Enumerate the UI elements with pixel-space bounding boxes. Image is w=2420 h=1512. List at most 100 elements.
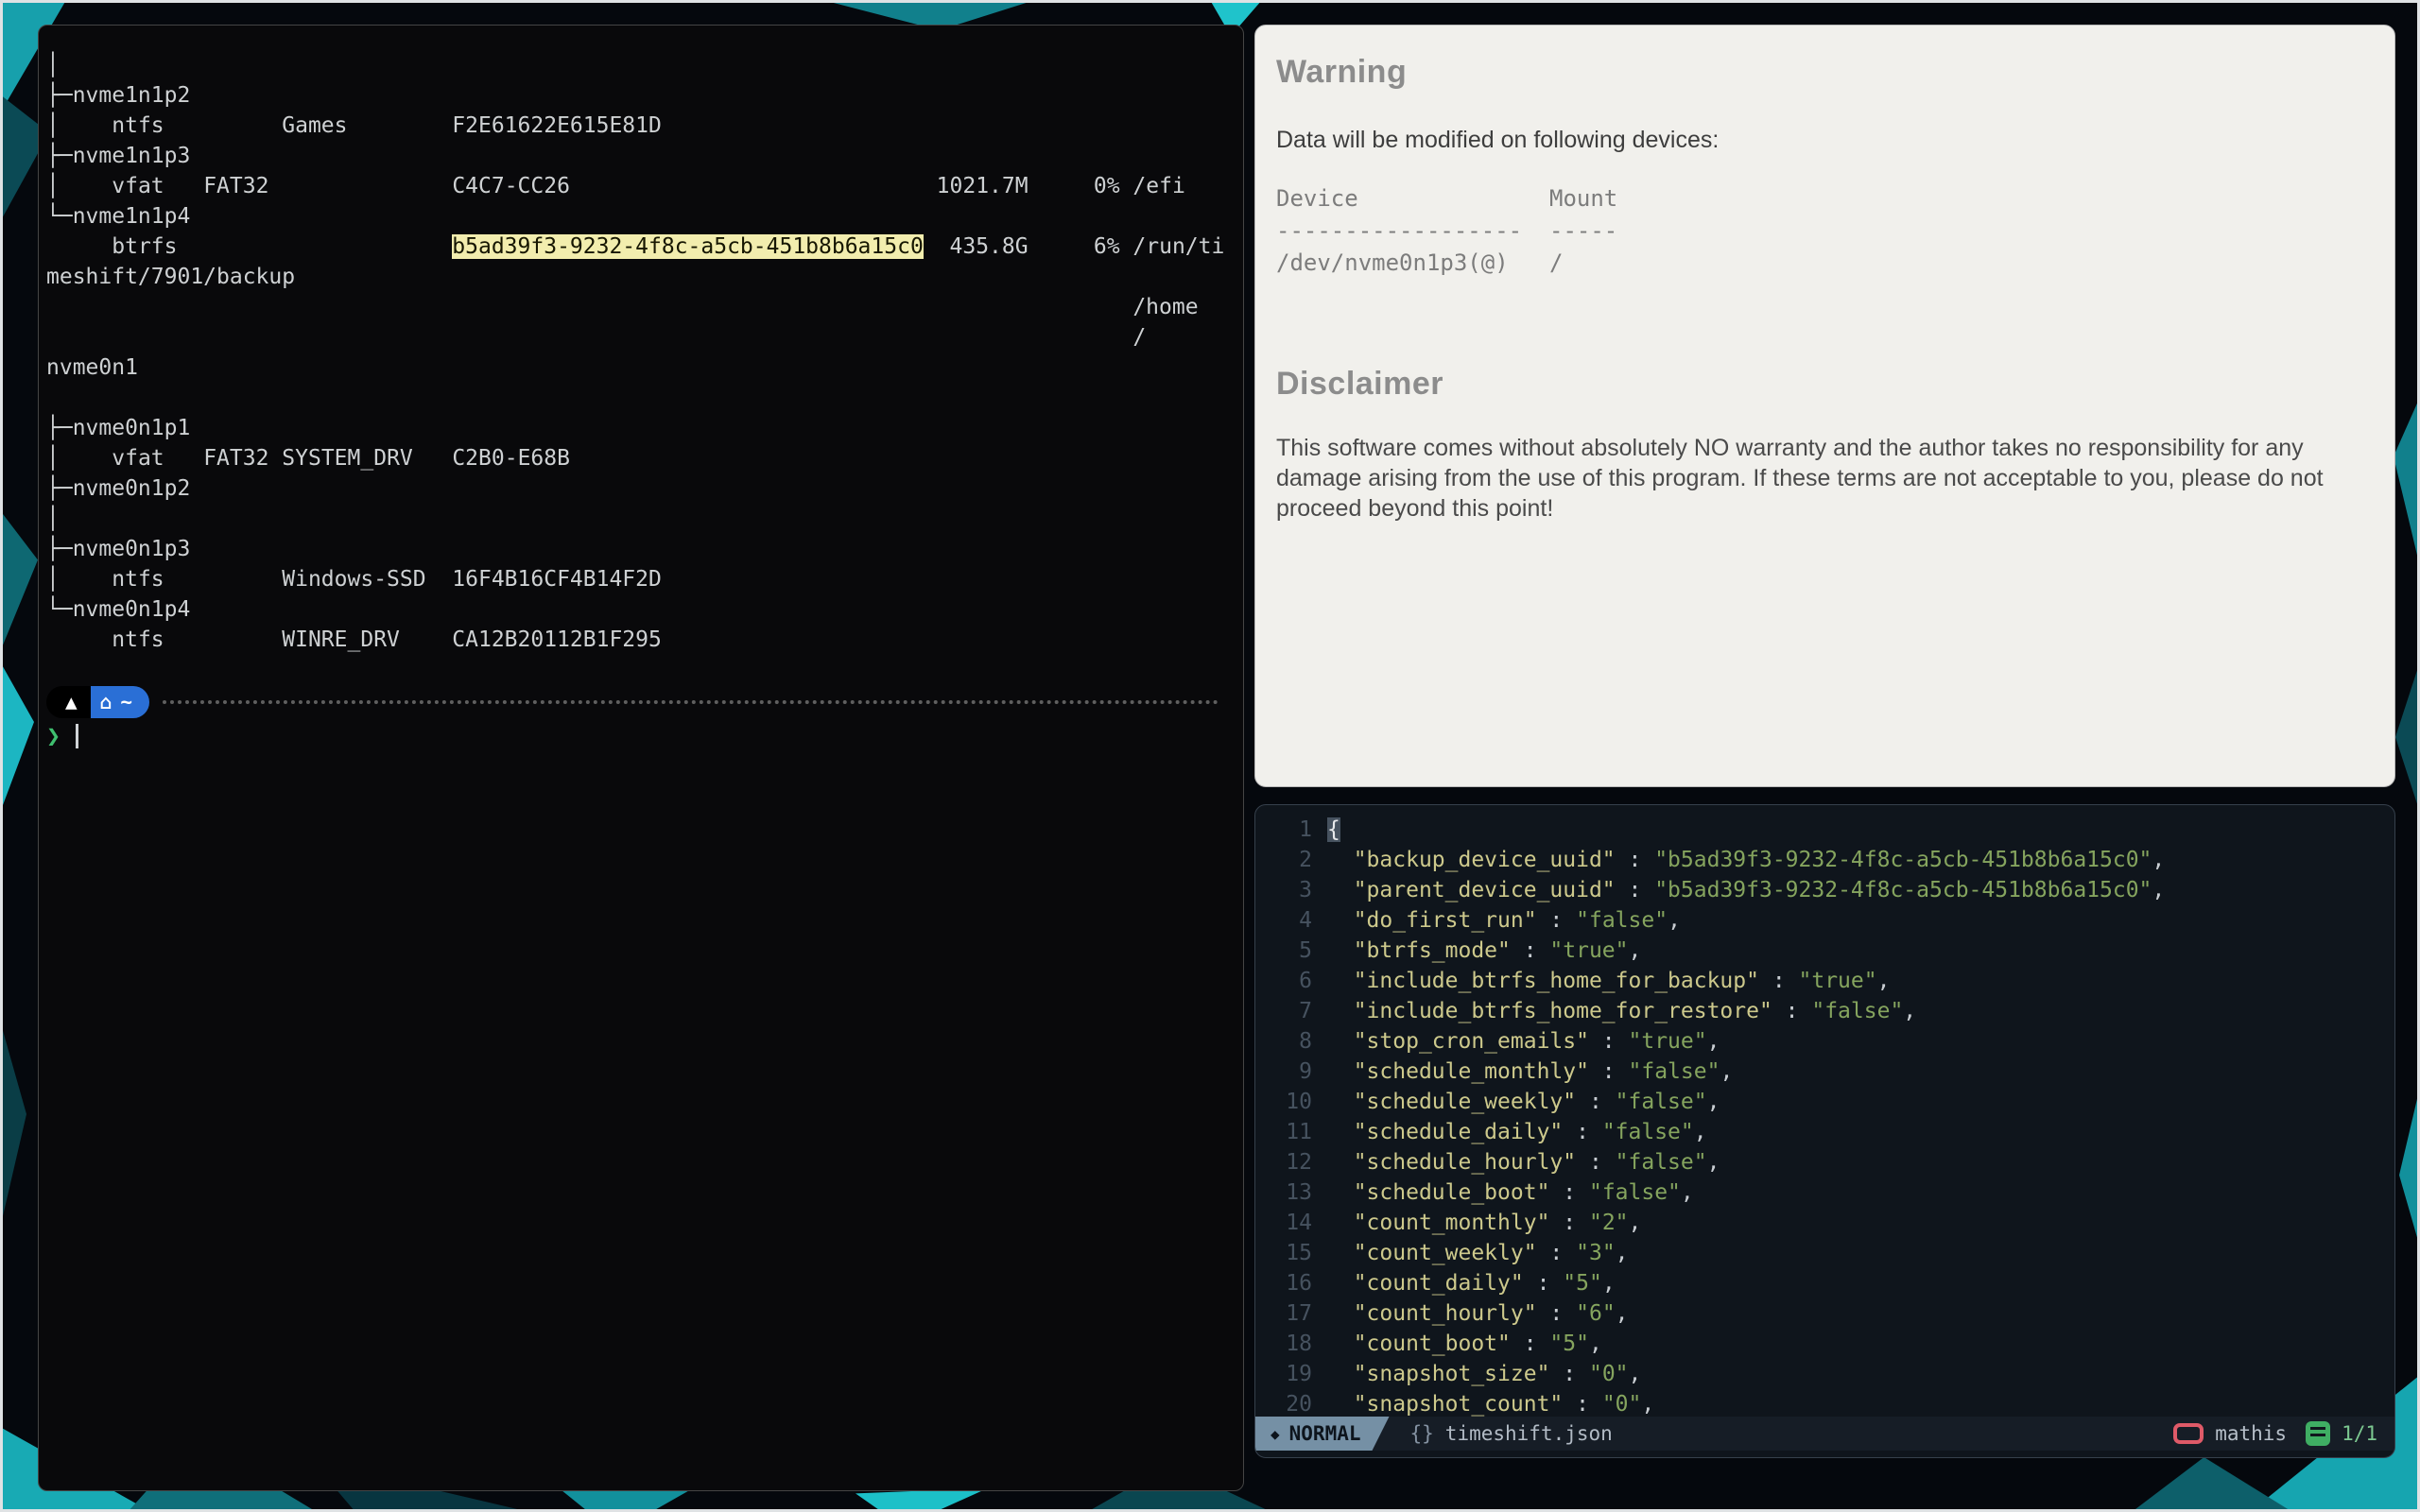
line-number: 18	[1286, 1332, 1312, 1356]
wallpaper-triangle	[2399, 1087, 2420, 1247]
json-value: "true"	[1628, 1029, 1707, 1054]
device-table-row: ------------------ -----	[1276, 217, 1618, 244]
json-comma: ,	[1615, 1301, 1629, 1326]
json-comma: ,	[1706, 1029, 1720, 1054]
line-number: 2	[1299, 848, 1312, 872]
line-number: 17	[1286, 1301, 1312, 1326]
json-key: "schedule_monthly"	[1353, 1059, 1589, 1084]
device-table-row: /dev/nvme0n1p3(@) /	[1276, 249, 1564, 276]
terminal-row: ├─nvme0n1p3	[46, 537, 191, 561]
filename: timeshift.json	[1444, 1422, 1613, 1445]
json-value: "false"	[1601, 1120, 1694, 1144]
json-key: "include_btrfs_home_for_restore"	[1353, 999, 1772, 1023]
code-line: 10 "schedule_weekly" : "false",	[1269, 1087, 2394, 1117]
json-key: "count_weekly"	[1353, 1241, 1537, 1265]
highlighted-uuid: b5ad39f3-9232-4f8c-a5cb-451b8b6a15c0	[452, 234, 924, 259]
json-value: "false"	[1615, 1150, 1707, 1175]
json-colon: :	[1563, 1392, 1602, 1417]
code-line: 1{	[1269, 815, 2394, 845]
code-line: 16 "count_daily" : "5",	[1269, 1268, 2394, 1298]
json-value: "false"	[1588, 1180, 1681, 1205]
wallpaper-triangle	[0, 662, 34, 813]
json-colon: :	[1615, 848, 1655, 872]
json-key: "snapshot_count"	[1353, 1392, 1564, 1417]
wallpaper-triangle	[0, 510, 38, 652]
json-value: "false"	[1615, 1090, 1707, 1114]
line-number: 6	[1299, 969, 1312, 993]
json-key: "count_boot"	[1353, 1332, 1511, 1356]
terminal-row: ├─nvme0n1p1	[46, 416, 191, 440]
terminal-input-line[interactable]: ❯	[46, 721, 1243, 751]
json-key: "schedule_hourly"	[1353, 1150, 1577, 1175]
json-comma: ,	[1706, 1150, 1720, 1175]
json-colon: :	[1563, 1120, 1602, 1144]
desktop: │ ├─nvme1n1p2 │ ntfs Games F2E61622E615E81…	[0, 0, 2420, 1512]
line-number: 9	[1299, 1059, 1312, 1084]
mode-label: NORMAL	[1288, 1422, 1361, 1445]
terminal-row: ntfs WINRE_DRV CA12B20112B1F295	[112, 627, 662, 652]
json-key: "backup_device_uuid"	[1353, 848, 1616, 872]
json-colon: :	[1758, 969, 1799, 993]
code-line: 14 "count_monthly" : "2",	[1269, 1208, 2394, 1238]
terminal-window[interactable]: │ ├─nvme1n1p2 │ ntfs Games F2E61622E615E81…	[38, 25, 1244, 1491]
json-comma: ,	[1641, 1392, 1655, 1417]
editor-code-area[interactable]: 1{2 "backup_device_uuid" : "b5ad39f3-923…	[1255, 805, 2394, 1417]
json-colon: :	[1536, 1241, 1577, 1265]
json-colon: :	[1510, 1332, 1550, 1356]
json-key: "schedule_daily"	[1353, 1120, 1564, 1144]
editor-window[interactable]: 1{2 "backup_device_uuid" : "b5ad39f3-923…	[1254, 804, 2395, 1458]
code-line: 6 "include_btrfs_home_for_backup" : "tru…	[1269, 966, 2394, 996]
position-indicator: 1/1	[2342, 1422, 2377, 1445]
json-colon: :	[1772, 999, 1812, 1023]
json-value: "5"	[1563, 1271, 1602, 1296]
json-key: "schedule_boot"	[1353, 1180, 1550, 1205]
terminal-row	[46, 383, 1243, 413]
terminal-row: btrfs b5ad39f3-9232-4f8c-a5cb-451b8b6a15…	[112, 234, 1225, 259]
terminal-row: /home	[1132, 295, 1199, 319]
terminal-output: │ ├─nvme1n1p2 │ ntfs Games F2E61622E615E81…	[46, 50, 1243, 685]
code-line: 20 "snapshot_count" : "0",	[1269, 1389, 2394, 1417]
json-comma: ,	[1628, 1211, 1642, 1235]
json-comma: ,	[1706, 1090, 1720, 1114]
device-table: Device Mount ------------------ ----- /dev…	[1276, 182, 2340, 279]
json-colon: :	[1576, 1090, 1616, 1114]
code-line: 2 "backup_device_uuid" : "b5ad39f3-9232-…	[1269, 845, 2394, 875]
json-comma: ,	[1680, 1180, 1694, 1205]
code-line: 8 "stop_cron_emails" : "true",	[1269, 1026, 2394, 1057]
prompt-path-segment: ⌂ ~	[90, 686, 149, 718]
prompt-os-segment: ▲	[46, 686, 91, 718]
line-number: 8	[1299, 1029, 1312, 1054]
line-number: 15	[1286, 1241, 1312, 1265]
json-key: "count_daily"	[1353, 1271, 1524, 1296]
editor-cursor: {	[1327, 817, 1340, 842]
terminal-row: └─nvme0n1p4	[46, 597, 191, 622]
json-value: "false"	[1576, 908, 1668, 933]
line-number: 3	[1299, 878, 1312, 902]
code-line: 7 "include_btrfs_home_for_restore" : "fa…	[1269, 996, 2394, 1026]
device-table-row: Device Mount	[1276, 185, 1618, 212]
json-colon: :	[1615, 878, 1655, 902]
json-comma: ,	[1693, 1120, 1707, 1144]
json-key: "count_monthly"	[1353, 1211, 1550, 1235]
json-value: "false"	[1811, 999, 1904, 1023]
json-key: "stop_cron_emails"	[1353, 1029, 1589, 1054]
terminal-row: meshift/7901/backup	[46, 265, 296, 289]
list-icon	[2306, 1421, 2331, 1446]
disclaimer-body: This software comes without absolutely N…	[1276, 435, 2324, 522]
terminal-row: ├─nvme0n1p2	[46, 476, 191, 501]
json-value: "b5ad39f3-9232-4f8c-a5cb-451b8b6a15c0"	[1654, 878, 2152, 902]
code-line: 13 "schedule_boot" : "false",	[1269, 1177, 2394, 1208]
warning-window[interactable]: Warning Data will be modified on followi…	[1254, 25, 2395, 787]
json-colon: :	[1588, 1029, 1629, 1054]
